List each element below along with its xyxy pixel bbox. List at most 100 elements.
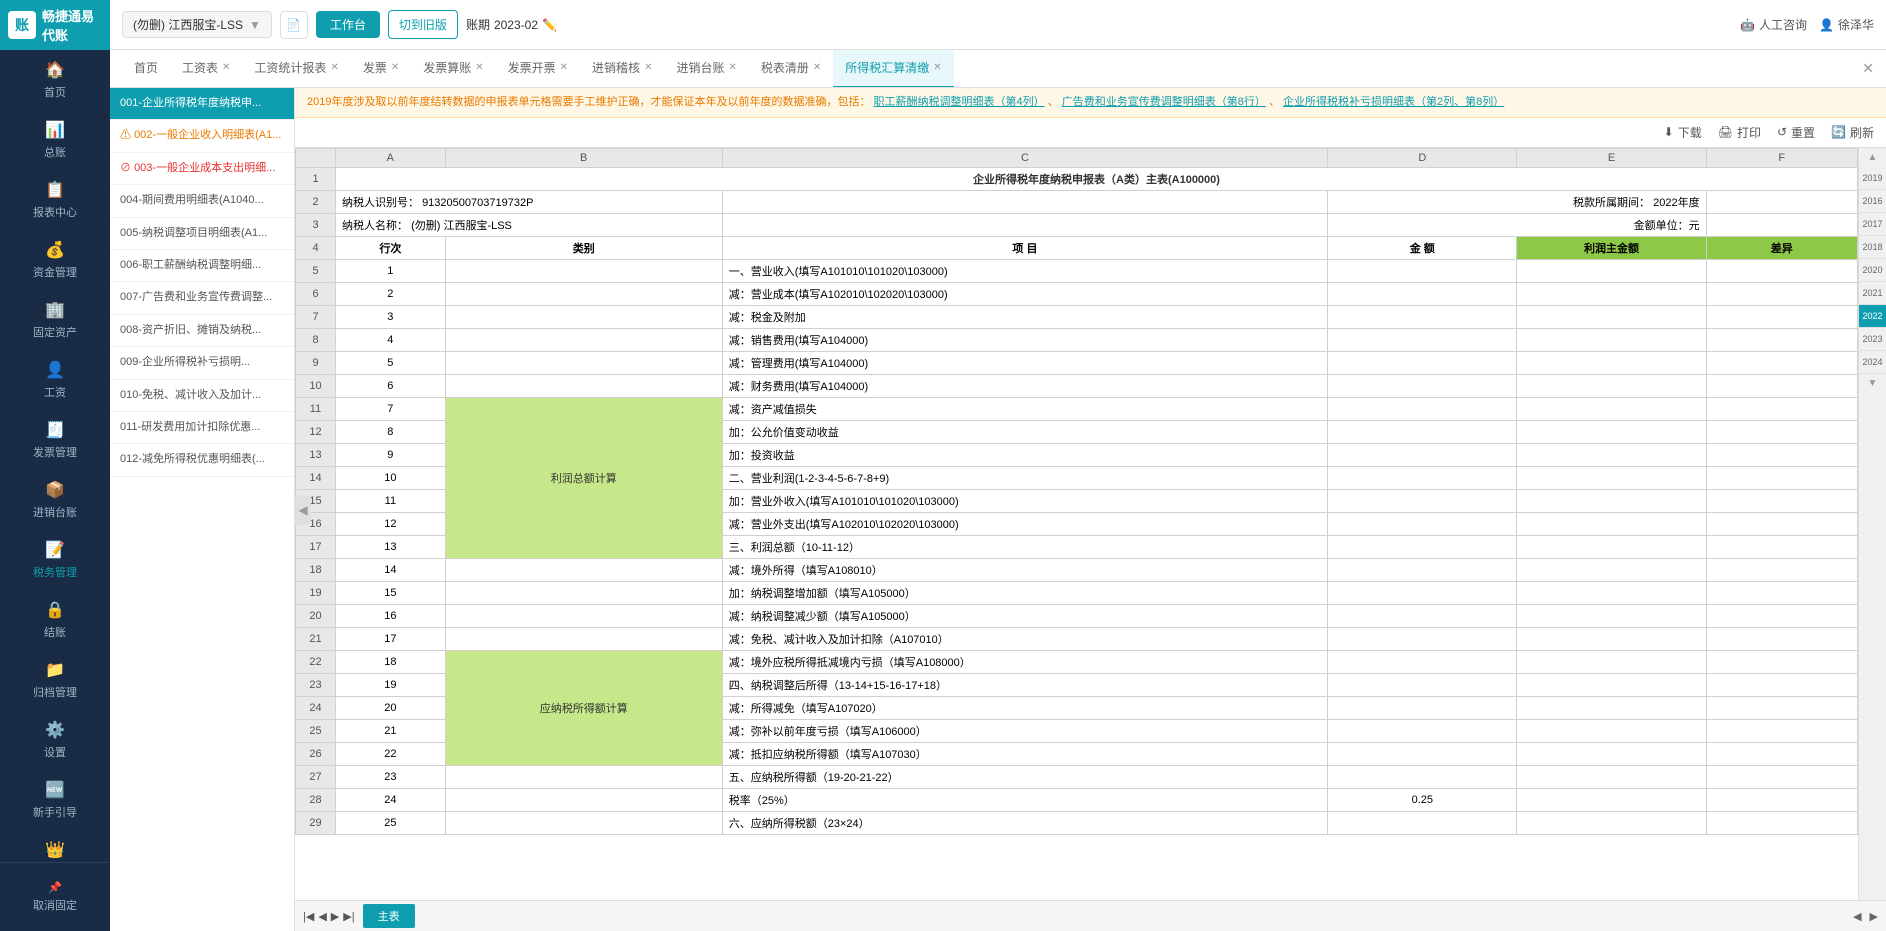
sidebar-item-close[interactable]: 🔒 结账	[0, 590, 110, 650]
tabbar-close-all[interactable]: ✕	[1862, 60, 1874, 77]
sidebar-item-assets[interactable]: 💰 资金管理	[0, 230, 110, 290]
profit-10	[1517, 374, 1706, 397]
list-item-006[interactable]: 006-职工薪酬纳税调整明细...	[110, 250, 294, 282]
company-icon-button[interactable]: 📄	[280, 11, 308, 39]
warning-link-2[interactable]: 广告费和业务宣传费调整明细表（第8行）	[1062, 96, 1266, 108]
tab-invoice-open-close[interactable]: ✕	[560, 62, 568, 73]
timeline-2020[interactable]: 2020	[1859, 259, 1886, 282]
sidebar-item-member[interactable]: 👑 畅会员	[0, 830, 110, 862]
list-item-007[interactable]: 007-广告费和业务宣传费调整...	[110, 282, 294, 314]
warning-link-1[interactable]: 职工薪酬纳税调整明细表（第4列）	[874, 96, 1045, 108]
diff-5	[1706, 259, 1857, 282]
main-area: (勿删) 江西服宝-LSS ▼ 📄 工作台 切到旧版 账期 2023-02 ✏️…	[110, 0, 1886, 931]
empty-cell-3c	[722, 213, 1327, 236]
cancel-pin-button[interactable]: 📌 取消固定	[4, 873, 106, 921]
nav-prev-icon[interactable]: ◀	[318, 910, 326, 923]
timeline-2017[interactable]: 2017	[1859, 213, 1886, 236]
nav-first-icon[interactable]: |◀	[303, 910, 314, 923]
list-item-011[interactable]: 011-研发费用加计扣除优惠...	[110, 412, 294, 444]
timeline-2022[interactable]: 2022	[1859, 305, 1886, 328]
sidebar-item-tax[interactable]: 📝 税务管理	[0, 530, 110, 590]
row-num-10: 10	[296, 374, 336, 397]
sidebar-item-invoice[interactable]: 🧾 发票管理	[0, 410, 110, 470]
tab-salary[interactable]: 工资表 ✕	[170, 50, 242, 88]
tab-income-tax[interactable]: 所得税汇算清缴 ✕	[833, 50, 953, 88]
list-item-004[interactable]: 004-期间费用明细表(A1040...	[110, 185, 294, 217]
tab-income-tax-close[interactable]: ✕	[933, 62, 941, 73]
bottom-scroll-left[interactable]: ◀	[1853, 910, 1861, 923]
list-item-003[interactable]: ⊘ 003-一般企业成本支出明细...	[110, 153, 294, 185]
table-row: 2 纳税人识别号： 91320500703719732P 税款所属期间： 202…	[296, 190, 1858, 213]
seq-21: 17	[336, 627, 446, 650]
year-timeline: ▲ 2019 2016 2017 2018 2020 2021 2022 202…	[1858, 148, 1886, 901]
tab-invoice-close[interactable]: ✕	[391, 62, 399, 73]
sidebar-item-fixed[interactable]: 🏢 固定资产	[0, 290, 110, 350]
print-button[interactable]: 🖨 打印	[1718, 124, 1761, 141]
list-item-002[interactable]: ⚠ 002-一般企业收入明细表(A1...	[110, 120, 294, 152]
download-button[interactable]: ⬇ 下载	[1664, 124, 1702, 141]
tab-tax-clear[interactable]: 税表清册 ✕	[749, 50, 833, 88]
tab-purchase-ledger-close[interactable]: ✕	[728, 62, 736, 73]
row-num-13: 13	[296, 443, 336, 466]
tab-invoice-open[interactable]: 发票开票 ✕	[496, 50, 580, 88]
tab-purchase-ledger[interactable]: 进销台账 ✕	[664, 50, 748, 88]
reset-button[interactable]: ↺ 重置	[1777, 124, 1815, 141]
refresh-button[interactable]: 🔄 刷新	[1831, 124, 1874, 141]
tab-salary-close[interactable]: ✕	[222, 62, 230, 73]
amt-10	[1328, 374, 1517, 397]
tab-tax-clear-close[interactable]: ✕	[813, 62, 821, 73]
sheet-tab-main-label: 主表	[378, 911, 400, 923]
tab-purchase-check-close[interactable]: ✕	[644, 62, 652, 73]
timeline-scroll-up[interactable]: ▲	[1864, 148, 1882, 167]
tab-home[interactable]: 首页	[122, 50, 170, 88]
tab-salary-stats[interactable]: 工资统计报表 ✕	[242, 50, 350, 88]
timeline-2021[interactable]: 2021	[1859, 282, 1886, 305]
sheet-tab-main[interactable]: 主表	[363, 904, 415, 928]
list-item-008[interactable]: 008-资产折旧、摊销及纳税...	[110, 315, 294, 347]
nav-next-icon[interactable]: ▶	[331, 910, 339, 923]
user-profile-button[interactable]: 👤 徐泽华	[1819, 16, 1874, 33]
spreadsheet-area[interactable]: A B C D E F 1	[295, 148, 1858, 901]
ai-consult-button[interactable]: 🤖 人工咨询	[1740, 16, 1807, 33]
company-selector[interactable]: (勿删) 江西服宝-LSS ▼	[122, 11, 272, 38]
timeline-2023[interactable]: 2023	[1859, 328, 1886, 351]
tab-salary-stats-close[interactable]: ✕	[330, 62, 338, 73]
tab-invoice[interactable]: 发票 ✕	[351, 50, 411, 88]
amt-14	[1328, 466, 1517, 489]
list-item-009[interactable]: 009-企业所得税补亏损明...	[110, 347, 294, 379]
table-row-header: 4 行次 类别 项 目 金 额 利润主金额 差异	[296, 236, 1858, 259]
timeline-2024[interactable]: 2024	[1859, 351, 1886, 374]
sidebar-item-reports[interactable]: 📋 报表中心	[0, 170, 110, 230]
sidebar-label-invoice: 发票管理	[33, 444, 77, 460]
sidebar-item-settings[interactable]: ⚙️ 设置	[0, 710, 110, 770]
list-item-001-label: 001-企业所得税年度纳税申...	[120, 97, 261, 109]
sidebar-item-home[interactable]: 🏠 首页	[0, 50, 110, 110]
list-item-001[interactable]: 001-企业所得税年度纳税申...	[110, 88, 294, 120]
sidebar-item-newguide[interactable]: 🆕 新手引导	[0, 770, 110, 830]
timeline-2018[interactable]: 2018	[1859, 236, 1886, 259]
list-item-010[interactable]: 010-免税、减计收入及加计...	[110, 380, 294, 412]
list-item-005[interactable]: 005-纳税调整项目明细表(A1...	[110, 218, 294, 250]
taxpayer-name-value: (勿删) 江西服宝-LSS	[411, 220, 512, 232]
period-edit-icon[interactable]: ✏️	[542, 18, 557, 32]
tab-invoice-calc[interactable]: 发票算账 ✕	[411, 50, 495, 88]
list-item-012[interactable]: 012-减免所得税优惠明细表(...	[110, 444, 294, 476]
workbench-button[interactable]: 工作台	[316, 11, 380, 38]
profit-29	[1517, 811, 1706, 834]
tab-purchase-check[interactable]: 进销稽核 ✕	[580, 50, 664, 88]
sidebar-item-archive[interactable]: 📁 归档管理	[0, 650, 110, 710]
sidebar-item-ledger[interactable]: 📊 总账	[0, 110, 110, 170]
bottom-scroll-right[interactable]: ▶	[1870, 910, 1878, 923]
timeline-2019[interactable]: 2019	[1859, 167, 1886, 190]
item-6: 减：营业成本(填写A102010\102020\103000)	[722, 282, 1327, 305]
panel-collapse-button[interactable]: ◀	[295, 495, 311, 525]
timeline-2016[interactable]: 2016	[1859, 190, 1886, 213]
timeline-scroll-down[interactable]: ▼	[1864, 374, 1882, 393]
tab-invoice-calc-close[interactable]: ✕	[475, 62, 483, 73]
old-version-button[interactable]: 切到旧版	[388, 10, 458, 39]
sidebar-label-settings: 设置	[44, 744, 66, 760]
sidebar-item-salary[interactable]: 👤 工资	[0, 350, 110, 410]
nav-last-icon[interactable]: ▶|	[343, 910, 354, 923]
sidebar-item-purchase[interactable]: 📦 进销台账	[0, 470, 110, 530]
warning-link-3[interactable]: 企业所得税税补亏损明细表（第2列、第8列）	[1283, 96, 1504, 108]
